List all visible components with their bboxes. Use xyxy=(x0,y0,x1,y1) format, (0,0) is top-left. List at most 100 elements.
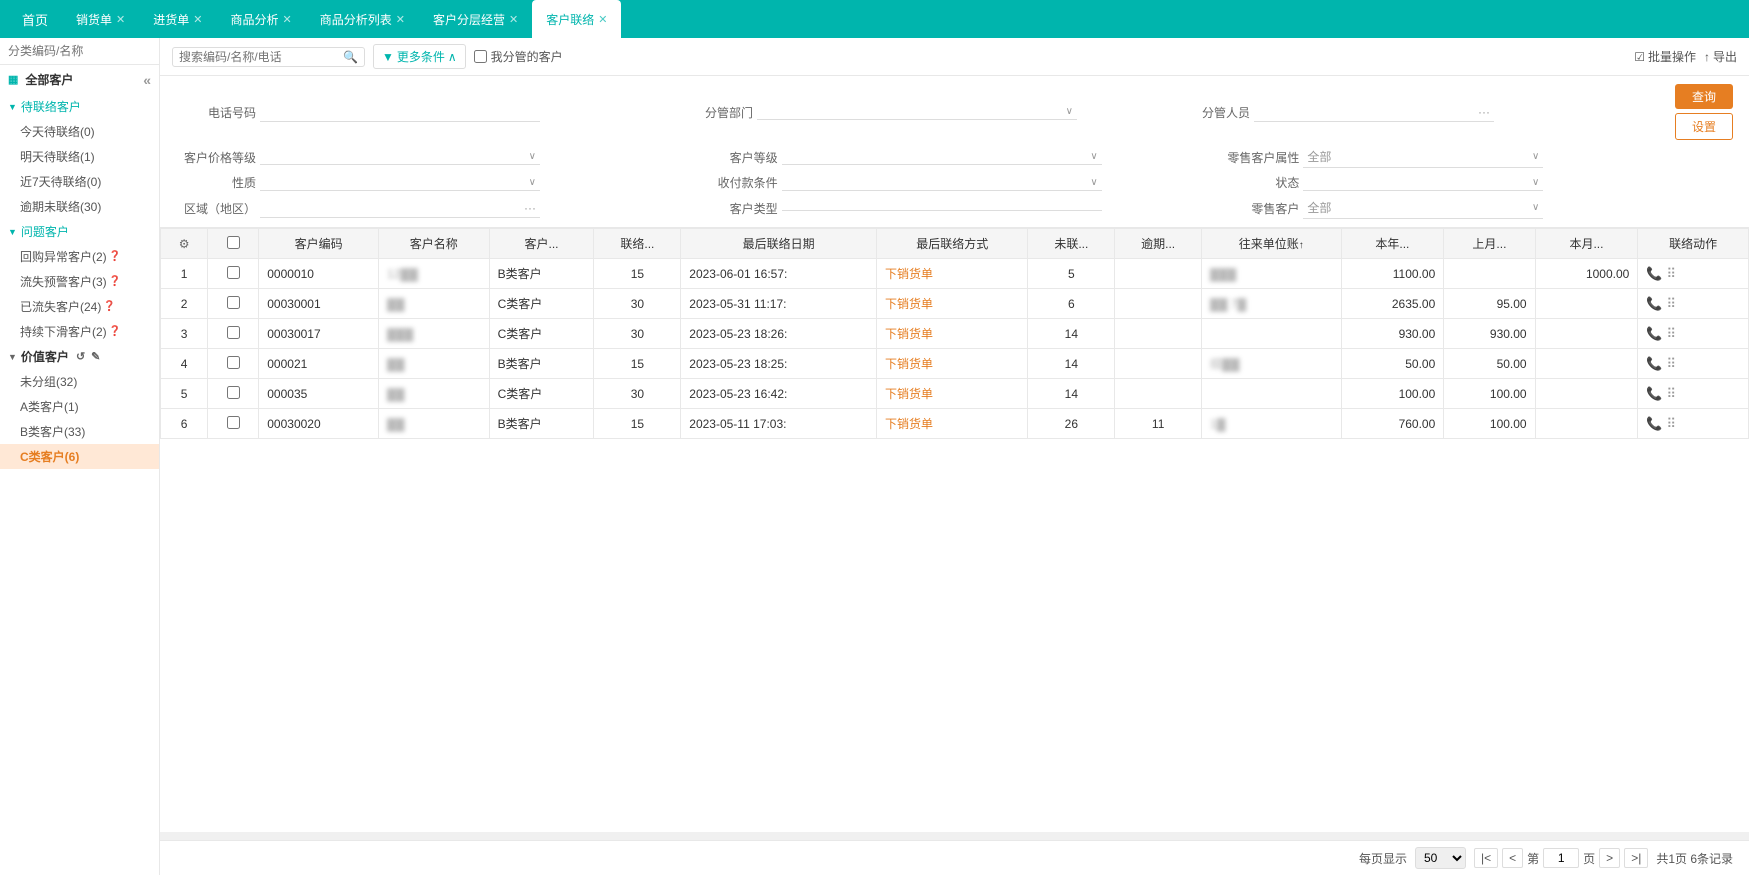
row-checkbox[interactable] xyxy=(227,386,240,399)
collapse-icon[interactable]: « xyxy=(143,72,151,88)
phone-action-icon[interactable]: 📞 xyxy=(1646,266,1662,282)
row-last-method-link[interactable]: 下销货单 xyxy=(885,387,933,401)
next-page-btn[interactable]: > xyxy=(1599,848,1620,868)
my-customers-checkbox[interactable] xyxy=(474,50,487,63)
bulk-ops-btn[interactable]: ☑ 批量操作 xyxy=(1634,48,1696,65)
area-select[interactable]: ··· xyxy=(260,199,540,218)
sidebar-all-header[interactable]: ▦ 全部客户 « xyxy=(0,65,159,94)
nature-select[interactable]: ∨ xyxy=(260,175,540,191)
gear-icon[interactable]: ⚙ xyxy=(179,237,190,251)
prev-page-btn[interactable]: < xyxy=(1502,848,1523,868)
sidebar-item-churn-warning[interactable]: 流失预警客户(3) ❓ xyxy=(0,269,159,294)
phone-action-icon[interactable]: 📞 xyxy=(1646,296,1662,312)
row-last-method-link[interactable]: 下销货单 xyxy=(885,327,933,341)
nav-purchase[interactable]: 进货单 ✕ xyxy=(139,0,216,38)
customer-level-select[interactable]: ∨ xyxy=(782,149,1102,165)
sidebar-item-overdue[interactable]: 逾期未联络(30) xyxy=(0,194,159,219)
last-page-btn[interactable]: >| xyxy=(1624,848,1648,868)
setting-btn[interactable]: 设置 xyxy=(1675,113,1733,140)
sidebar-item-churned[interactable]: 已流失客户(24) ❓ xyxy=(0,294,159,319)
row-checkbox[interactable] xyxy=(227,416,240,429)
nav-product-list[interactable]: 商品分析列表 ✕ xyxy=(306,0,419,38)
more-conditions-btn[interactable]: ▼ 更多条件 ∧ xyxy=(373,44,466,69)
nav-sales-close[interactable]: ✕ xyxy=(116,13,125,26)
phone-action-icon[interactable]: 📞 xyxy=(1646,326,1662,342)
retail-customer-select[interactable]: 全部 ∨ xyxy=(1303,197,1543,219)
manager-select[interactable]: ··· xyxy=(1254,103,1494,122)
page-input[interactable] xyxy=(1543,848,1579,868)
edit-icon[interactable]: ✎ xyxy=(91,350,100,363)
nav-product-list-close[interactable]: ✕ xyxy=(396,13,405,26)
question-icon-1[interactable]: ❓ xyxy=(109,251,121,262)
sidebar-item-today[interactable]: 今天待联络(0) xyxy=(0,119,159,144)
row-checkbox[interactable] xyxy=(227,326,240,339)
phone-action-icon[interactable]: 📞 xyxy=(1646,416,1662,432)
horizontal-scrollbar[interactable] xyxy=(160,832,1749,840)
sidebar-group-pending[interactable]: 待联络客户 xyxy=(0,94,159,119)
more-action-icon[interactable]: ⠿ xyxy=(1667,356,1677,372)
query-btn[interactable]: 查询 xyxy=(1675,84,1733,109)
refresh-icon[interactable]: ↺ xyxy=(76,350,85,363)
nav-sales[interactable]: 销货单 ✕ xyxy=(62,0,139,38)
sidebar-item-declining[interactable]: 持续下滑客户(2) ❓ xyxy=(0,319,159,344)
sidebar-item-ungrouped[interactable]: 未分组(32) xyxy=(0,369,159,394)
nav-home[interactable]: 首页 xyxy=(8,0,62,38)
select-all-checkbox[interactable] xyxy=(227,236,240,249)
more-action-icon[interactable]: ⠿ xyxy=(1667,326,1677,342)
row-checkbox-cell xyxy=(208,259,259,289)
search-input[interactable] xyxy=(179,50,339,64)
sidebar-group-value[interactable]: 价值客户 ↺ ✎ xyxy=(0,344,159,369)
nav-product-analysis-close[interactable]: ✕ xyxy=(283,13,292,26)
question-icon-2[interactable]: ❓ xyxy=(109,276,121,287)
nav-purchase-close[interactable]: ✕ xyxy=(193,13,202,26)
first-page-btn[interactable]: |< xyxy=(1474,848,1498,868)
question-icon-3[interactable]: ❓ xyxy=(103,301,115,312)
row-checkbox[interactable] xyxy=(227,266,240,279)
row-last-method-link[interactable]: 下销货单 xyxy=(885,417,933,431)
more-action-icon[interactable]: ⠿ xyxy=(1667,296,1677,312)
more-action-icon[interactable]: ⠿ xyxy=(1667,386,1677,402)
row-last-method-link[interactable]: 下销货单 xyxy=(885,357,933,371)
page-size-select[interactable]: 50 100 xyxy=(1415,847,1466,869)
my-customers-checkbox-label[interactable]: 我分管的客户 xyxy=(474,48,563,65)
sidebar-item-class-c[interactable]: C类客户(6) xyxy=(0,444,159,469)
retail-attr-select[interactable]: 全部 ∨ xyxy=(1303,146,1543,168)
status-select[interactable]: ∨ xyxy=(1303,175,1543,191)
nav-customer-contact-close[interactable]: ✕ xyxy=(598,13,607,26)
row-checkbox[interactable] xyxy=(227,356,240,369)
question-icon-4[interactable]: ❓ xyxy=(109,326,121,337)
manager-more-icon[interactable]: ··· xyxy=(1478,105,1490,119)
value-level-select[interactable]: ∨ xyxy=(260,149,540,165)
search-submit-icon[interactable]: 🔍 xyxy=(343,50,358,64)
row-last-method-link[interactable]: 下销货单 xyxy=(885,297,933,311)
row-last-method-link[interactable]: 下销货单 xyxy=(885,267,933,281)
nav-product-analysis[interactable]: 商品分析 ✕ xyxy=(216,0,305,38)
more-action-icon[interactable]: ⠿ xyxy=(1667,416,1677,432)
sidebar-item-class-a[interactable]: A类客户(1) xyxy=(0,394,159,419)
row-checkbox[interactable] xyxy=(227,296,240,309)
payment-select[interactable]: ∨ xyxy=(782,175,1102,191)
customer-type-select[interactable] xyxy=(782,206,1102,211)
retail-attr-label: 零售客户属性 xyxy=(1219,149,1299,166)
export-btn[interactable]: ↑ 导出 xyxy=(1704,48,1737,65)
nav-customer-contact[interactable]: 客户联络 ✕ xyxy=(532,0,621,38)
sidebar-search-input[interactable] xyxy=(8,44,160,58)
phone-action-icon[interactable]: 📞 xyxy=(1646,356,1662,372)
th-gear[interactable]: ⚙ xyxy=(161,229,208,259)
phone-action-icon[interactable]: 📞 xyxy=(1646,386,1662,402)
row-this-month xyxy=(1535,289,1638,319)
sidebar-item-class-b[interactable]: B类客户(33) xyxy=(0,419,159,444)
filter-row-3: 性质 ∨ 收付款条件 ∨ 状态 xyxy=(176,174,1733,191)
dept-select[interactable]: ∨ xyxy=(757,104,1077,120)
row-year-amount: 1100.00 xyxy=(1341,259,1444,289)
area-more-icon[interactable]: ··· xyxy=(524,201,536,215)
nav-customer-tier-close[interactable]: ✕ xyxy=(509,13,518,26)
payment-chevron-icon: ∨ xyxy=(1090,177,1097,188)
sidebar-item-repurchase-abnormal[interactable]: 回购异常客户(2) ❓ xyxy=(0,244,159,269)
sidebar-item-7days[interactable]: 近7天待联络(0) xyxy=(0,169,159,194)
nav-customer-tier[interactable]: 客户分层经营 ✕ xyxy=(419,0,532,38)
sidebar-item-tomorrow[interactable]: 明天待联络(1) xyxy=(0,144,159,169)
more-action-icon[interactable]: ⠿ xyxy=(1667,266,1677,282)
phone-input[interactable] xyxy=(260,103,540,122)
sidebar-group-problem[interactable]: 问题客户 xyxy=(0,219,159,244)
